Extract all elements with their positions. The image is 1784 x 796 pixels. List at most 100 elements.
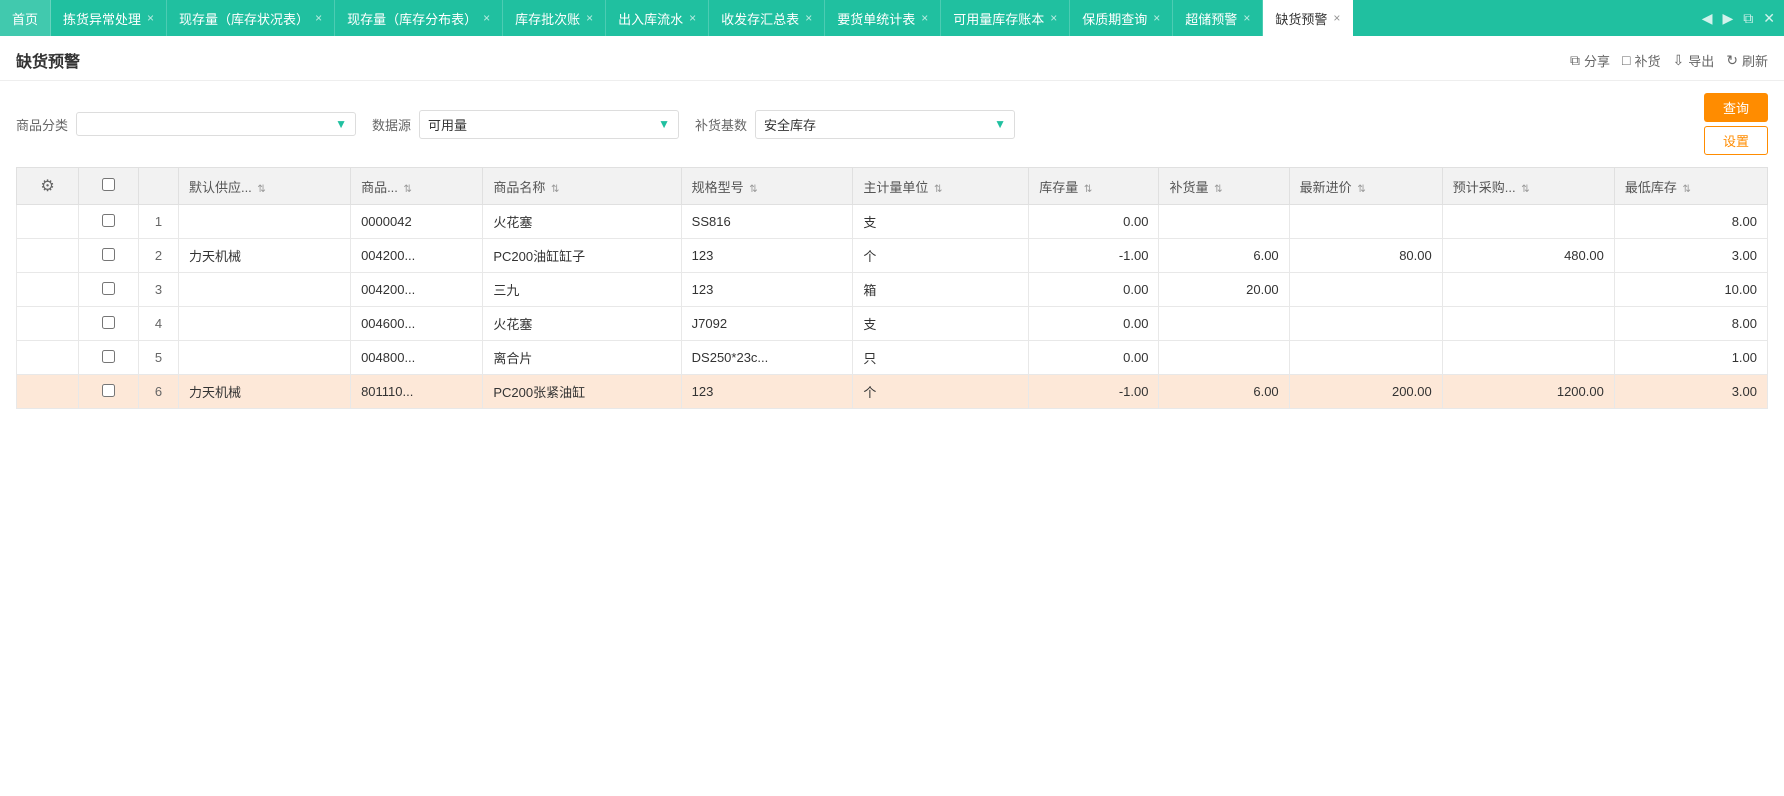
row-spec: 123 [681,375,853,409]
close-tab-inout-flow[interactable]: × [689,11,696,25]
tab-inout-flow[interactable]: 出入库流水 × [606,0,709,36]
tab-inventory-dist[interactable]: 现存量（库存分布表） × [335,0,503,36]
row-unit: 个 [853,375,1029,409]
select-all-checkbox[interactable] [102,178,115,191]
sort-latest-price-icon: ⇅ [1357,184,1365,195]
row-min-stock: 1.00 [1614,341,1767,375]
row-expected-purchase [1442,205,1614,239]
tab-maximize[interactable]: ⧉ [1738,8,1758,29]
col-checkbox-all[interactable] [79,168,139,205]
col-stock[interactable]: 库存量 ⇅ [1029,168,1159,205]
row-gear[interactable] [17,307,79,341]
close-tab-overstock[interactable]: × [1243,11,1250,25]
share-button[interactable]: ⧉ 分享 [1570,51,1610,70]
tab-defect-abnormal[interactable]: 拣货异常处理 × [51,0,167,36]
tab-expiry-query[interactable]: 保质期查询 × [1070,0,1173,36]
row-gear[interactable] [17,205,79,239]
tab-batch-account[interactable]: 库存批次账 × [503,0,606,36]
filter-category: 商品分类 ▼ [16,112,356,136]
datasource-select[interactable]: 可用量 ▼ [419,110,679,139]
query-button[interactable]: 查询 [1704,93,1768,122]
row-unit: 个 [853,239,1029,273]
row-latest-price [1289,205,1442,239]
tab-order-stats[interactable]: 要货单统计表 × [825,0,941,36]
row-checkbox[interactable] [102,214,115,227]
row-unit: 支 [853,205,1029,239]
sort-code-icon: ⇅ [404,184,412,195]
sort-unit-icon: ⇅ [934,184,942,195]
row-replenish-qty [1159,205,1289,239]
row-name: 火花塞 [483,205,681,239]
tab-scroll-right[interactable]: ▶ [1717,8,1738,29]
page-content: 缺货预警 ⧉ 分享 □ 补货 ⇩ 导出 ↻ 刷新 商品分类 [0,36,1784,796]
row-expected-purchase [1442,341,1614,375]
setting-button[interactable]: 设置 [1704,126,1768,155]
export-button[interactable]: ⇩ 导出 [1673,51,1715,70]
row-checkbox[interactable] [102,282,115,295]
close-tab-batch-account[interactable]: × [586,11,593,25]
row-supplier: 力天机械 [178,239,350,273]
row-checkbox-cell[interactable] [79,273,139,307]
col-min-stock[interactable]: 最低库存 ⇅ [1614,168,1767,205]
row-number: 1 [138,205,178,239]
close-tab-available-ledger[interactable]: × [1050,11,1057,25]
col-name[interactable]: 商品名称 ⇅ [483,168,681,205]
tab-inventory-status[interactable]: 现存量（库存状况表） × [167,0,335,36]
tab-scroll-left[interactable]: ◀ [1697,8,1718,29]
col-gear[interactable]: ⚙ [17,168,79,205]
close-tab-order-stats[interactable]: × [921,11,928,25]
tab-home[interactable]: 首页 [0,0,51,36]
table-row: 6 力天机械 801110... PC200张紧油缸 123 个 -1.00 6… [17,375,1768,409]
row-name: PC200张紧油缸 [483,375,681,409]
row-expected-purchase: 480.00 [1442,239,1614,273]
row-checkbox[interactable] [102,384,115,397]
tab-available-ledger[interactable]: 可用量库存账本 × [941,0,1070,36]
tab-receive-summary[interactable]: 收发存汇总表 × [709,0,825,36]
col-spec[interactable]: 规格型号 ⇅ [681,168,853,205]
close-tab-defect-abnormal[interactable]: × [147,11,154,25]
replenish-button[interactable]: □ 补货 [1622,51,1660,70]
tab-overstock[interactable]: 超储预警 × [1173,0,1263,36]
row-replenish-qty: 6.00 [1159,239,1289,273]
row-checkbox-cell[interactable] [79,205,139,239]
col-unit[interactable]: 主计量单位 ⇅ [853,168,1029,205]
row-checkbox-cell[interactable] [79,307,139,341]
replenish-basis-select[interactable]: 安全库存 ▼ [755,110,1015,139]
close-tab-expiry-query[interactable]: × [1153,11,1160,25]
row-number: 2 [138,239,178,273]
filter-datasource: 数据源 可用量 ▼ [372,110,679,139]
col-replenish-qty[interactable]: 补货量 ⇅ [1159,168,1289,205]
row-supplier [178,273,350,307]
col-code[interactable]: 商品... ⇅ [351,168,483,205]
row-checkbox-cell[interactable] [79,375,139,409]
row-checkbox-cell[interactable] [79,239,139,273]
col-supplier[interactable]: 默认供应... ⇅ [178,168,350,205]
category-select[interactable]: ▼ [76,112,356,136]
refresh-button[interactable]: ↻ 刷新 [1726,51,1768,70]
row-checkbox-cell[interactable] [79,341,139,375]
row-checkbox[interactable] [102,316,115,329]
close-tab-receive-summary[interactable]: × [805,11,812,25]
close-tab-shortage[interactable]: × [1333,11,1340,25]
row-gear[interactable] [17,341,79,375]
row-replenish-qty [1159,307,1289,341]
table-row: 1 0000042 火花塞 SS816 支 0.00 8.00 [17,205,1768,239]
row-latest-price [1289,341,1442,375]
close-tab-inventory-status[interactable]: × [315,11,322,25]
row-code: 0000042 [351,205,483,239]
col-latest-price[interactable]: 最新进价 ⇅ [1289,168,1442,205]
tab-shortage[interactable]: 缺货预警 × [1263,0,1353,36]
close-tab-inventory-dist[interactable]: × [483,11,490,25]
row-checkbox[interactable] [102,248,115,261]
tab-close-all[interactable]: ✕ [1758,8,1780,29]
row-gear[interactable] [17,375,79,409]
filter-actions: 查询 设置 [1704,93,1768,155]
sort-spec-icon: ⇅ [749,184,757,195]
row-spec: DS250*23c... [681,341,853,375]
row-unit: 支 [853,307,1029,341]
row-min-stock: 8.00 [1614,307,1767,341]
col-expected-purchase[interactable]: 预计采购... ⇅ [1442,168,1614,205]
row-gear[interactable] [17,239,79,273]
row-checkbox[interactable] [102,350,115,363]
row-gear[interactable] [17,273,79,307]
